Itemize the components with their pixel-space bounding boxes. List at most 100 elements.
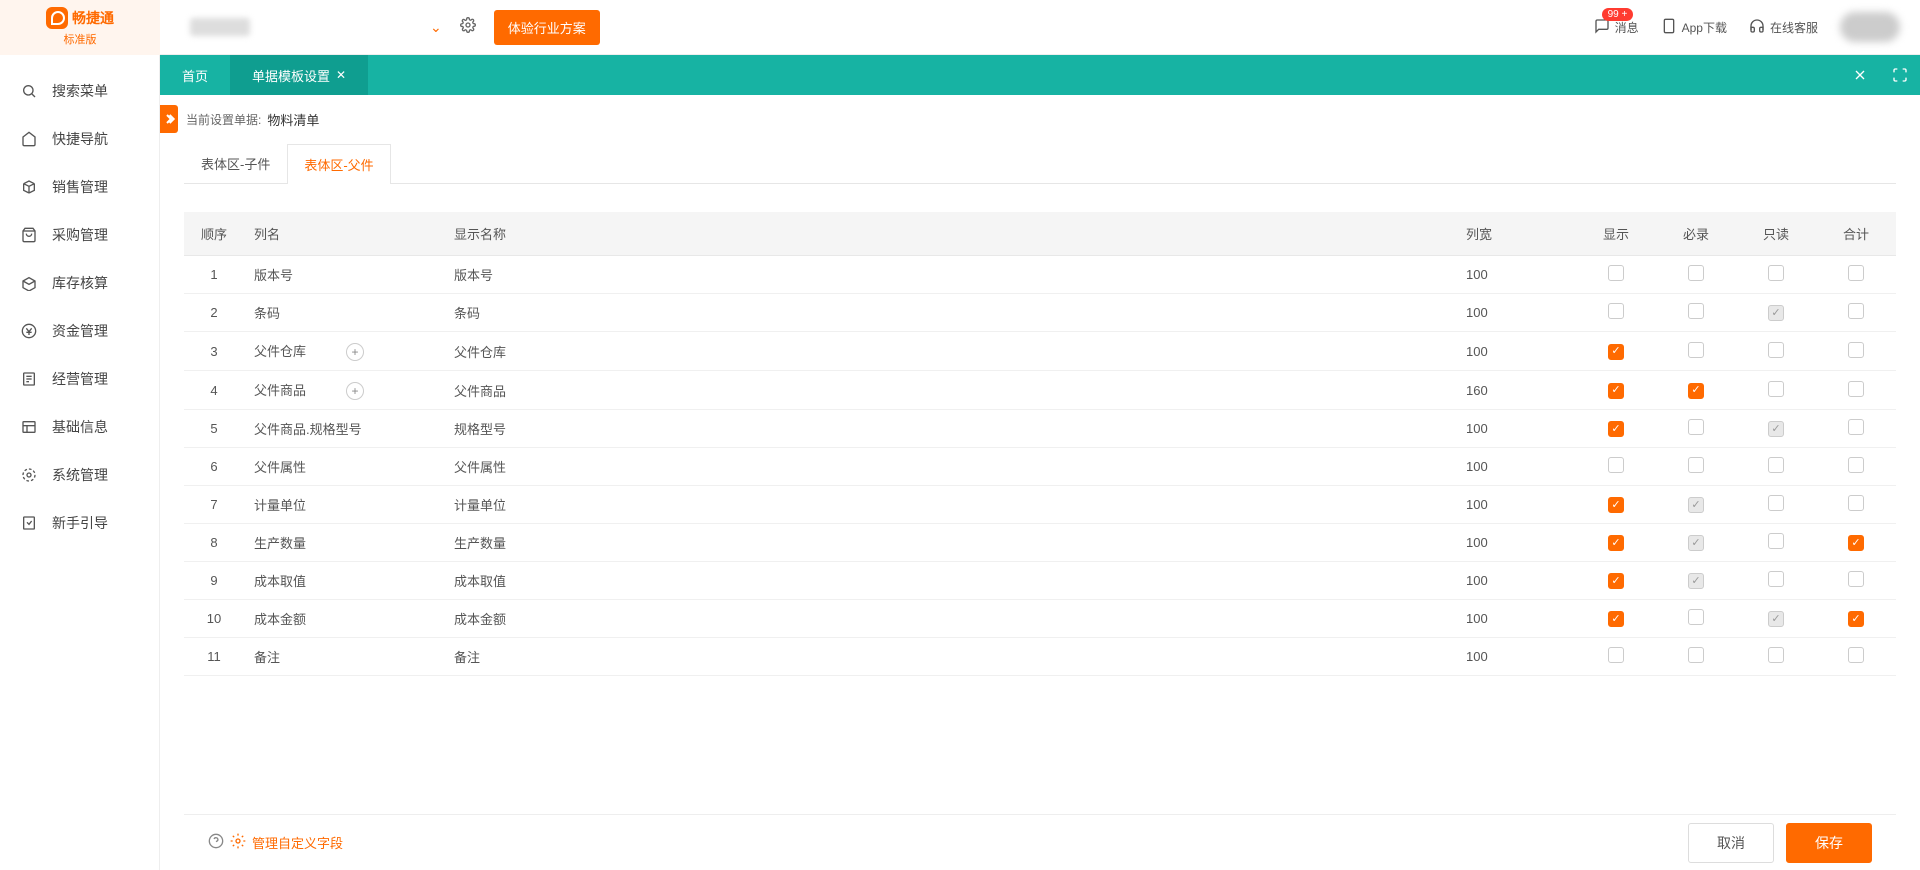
checkbox[interactable] (1848, 611, 1864, 627)
checkbox[interactable] (1768, 533, 1784, 549)
checkbox[interactable] (1688, 609, 1704, 625)
checkbox[interactable] (1848, 419, 1864, 435)
checkbox[interactable] (1768, 647, 1784, 663)
promo-button[interactable]: 体验行业方案 (494, 10, 600, 45)
table-row[interactable]: 2条码条码100 (184, 294, 1896, 332)
cell-width[interactable]: 100 (1456, 562, 1576, 600)
table-row[interactable]: 7计量单位计量单位100 (184, 486, 1896, 524)
cell-display[interactable]: 版本号 (444, 256, 1456, 294)
cell-display[interactable]: 父件属性 (444, 448, 1456, 486)
checkbox[interactable] (1608, 383, 1624, 399)
sidebar-item-sys[interactable]: 系统管理 (0, 451, 159, 499)
org-selector[interactable]: ⌄ (190, 18, 442, 36)
cell-display[interactable]: 父件仓库 (444, 332, 1456, 371)
cancel-button[interactable]: 取消 (1688, 823, 1774, 863)
checkbox[interactable] (1688, 647, 1704, 663)
cell-width[interactable]: 100 (1456, 410, 1576, 448)
help-icon[interactable] (208, 833, 224, 852)
checkbox[interactable] (1848, 647, 1864, 663)
tab-template-settings[interactable]: 单据模板设置 ✕ (230, 55, 368, 95)
sidebar-item-home[interactable]: 快捷导航 (0, 115, 159, 163)
cell-width[interactable]: 100 (1456, 448, 1576, 486)
checkbox[interactable] (1768, 265, 1784, 281)
cell-display[interactable]: 规格型号 (444, 410, 1456, 448)
cell-display[interactable]: 成本取值 (444, 562, 1456, 600)
checkbox[interactable] (1848, 535, 1864, 551)
cell-display[interactable]: 父件商品 (444, 371, 1456, 410)
table-row[interactable]: 6父件属性父件属性100 (184, 448, 1896, 486)
checkbox[interactable] (1608, 303, 1624, 319)
sidebar-item-stock[interactable]: 库存核算 (0, 259, 159, 307)
checkbox[interactable] (1768, 571, 1784, 587)
checkbox[interactable] (1848, 571, 1864, 587)
sidebar-item-buy[interactable]: 采购管理 (0, 211, 159, 259)
checkbox[interactable] (1768, 342, 1784, 358)
sidebar-item-guide[interactable]: 新手引导 (0, 499, 159, 547)
checkbox[interactable] (1688, 342, 1704, 358)
sidebar-item-report[interactable]: 经营管理 (0, 355, 159, 403)
close-icon[interactable]: ✕ (336, 68, 346, 82)
checkbox[interactable] (1608, 611, 1624, 627)
save-button[interactable]: 保存 (1786, 823, 1872, 863)
sidebar-item-base[interactable]: 基础信息 (0, 403, 159, 451)
checkbox[interactable] (1688, 419, 1704, 435)
customer-service-link[interactable]: 在线客服 (1749, 18, 1818, 37)
cell-display[interactable]: 条码 (444, 294, 1456, 332)
table-row[interactable]: 3父件仓库+父件仓库100 (184, 332, 1896, 371)
table-row[interactable]: 1版本号版本号100 (184, 256, 1896, 294)
sidebar-item-money[interactable]: 资金管理 (0, 307, 159, 355)
checkbox[interactable] (1768, 495, 1784, 511)
cell-width[interactable]: 160 (1456, 371, 1576, 410)
cell-width[interactable]: 100 (1456, 524, 1576, 562)
subtab-child[interactable]: 表体区-子件 (184, 143, 287, 183)
checkbox[interactable] (1608, 457, 1624, 473)
add-column-button[interactable]: + (346, 382, 364, 400)
subtab-parent[interactable]: 表体区-父件 (287, 144, 390, 184)
table-row[interactable]: 8生产数量生产数量100 (184, 524, 1896, 562)
checkbox[interactable] (1688, 265, 1704, 281)
checkbox[interactable] (1848, 381, 1864, 397)
cell-display[interactable]: 生产数量 (444, 524, 1456, 562)
checkbox[interactable] (1608, 344, 1624, 360)
cell-width[interactable]: 100 (1456, 486, 1576, 524)
table-row[interactable]: 11备注备注100 (184, 638, 1896, 676)
settings-gear-icon[interactable] (460, 17, 476, 38)
app-download-link[interactable]: App下载 (1661, 18, 1727, 37)
cell-width[interactable]: 100 (1456, 332, 1576, 371)
expand-panel-button[interactable] (160, 105, 178, 133)
tab-close-all-button[interactable] (1840, 55, 1880, 95)
tab-home[interactable]: 首页 (160, 55, 230, 95)
fullscreen-button[interactable] (1880, 55, 1920, 95)
cell-width[interactable]: 100 (1456, 600, 1576, 638)
sidebar-item-search[interactable]: 搜索菜单 (0, 67, 159, 115)
cell-display[interactable]: 成本金额 (444, 600, 1456, 638)
sidebar-item-sale[interactable]: 销售管理 (0, 163, 159, 211)
cell-display[interactable]: 备注 (444, 638, 1456, 676)
checkbox[interactable] (1608, 265, 1624, 281)
checkbox[interactable] (1848, 265, 1864, 281)
checkbox[interactable] (1688, 383, 1704, 399)
cell-display[interactable]: 计量单位 (444, 486, 1456, 524)
checkbox[interactable] (1848, 342, 1864, 358)
checkbox[interactable] (1608, 497, 1624, 513)
checkbox[interactable] (1608, 647, 1624, 663)
cell-width[interactable]: 100 (1456, 256, 1576, 294)
checkbox[interactable] (1768, 457, 1784, 473)
table-row[interactable]: 10成本金额成本金额100 (184, 600, 1896, 638)
table-row[interactable]: 9成本取值成本取值100 (184, 562, 1896, 600)
checkbox[interactable] (1688, 457, 1704, 473)
checkbox[interactable] (1608, 573, 1624, 589)
checkbox[interactable] (1608, 535, 1624, 551)
checkbox[interactable] (1608, 421, 1624, 437)
table-row[interactable]: 5父件商品.规格型号规格型号100 (184, 410, 1896, 448)
manage-custom-fields-link[interactable]: 管理自定义字段 (252, 833, 343, 852)
table-row[interactable]: 4父件商品+父件商品160 (184, 371, 1896, 410)
checkbox[interactable] (1848, 495, 1864, 511)
checkbox[interactable] (1688, 303, 1704, 319)
brand-logo[interactable]: 畅捷通 标准版 (0, 0, 160, 55)
add-column-button[interactable]: + (346, 343, 364, 361)
checkbox[interactable] (1848, 457, 1864, 473)
cell-width[interactable]: 100 (1456, 294, 1576, 332)
checkbox[interactable] (1768, 381, 1784, 397)
user-avatar[interactable] (1840, 12, 1900, 42)
